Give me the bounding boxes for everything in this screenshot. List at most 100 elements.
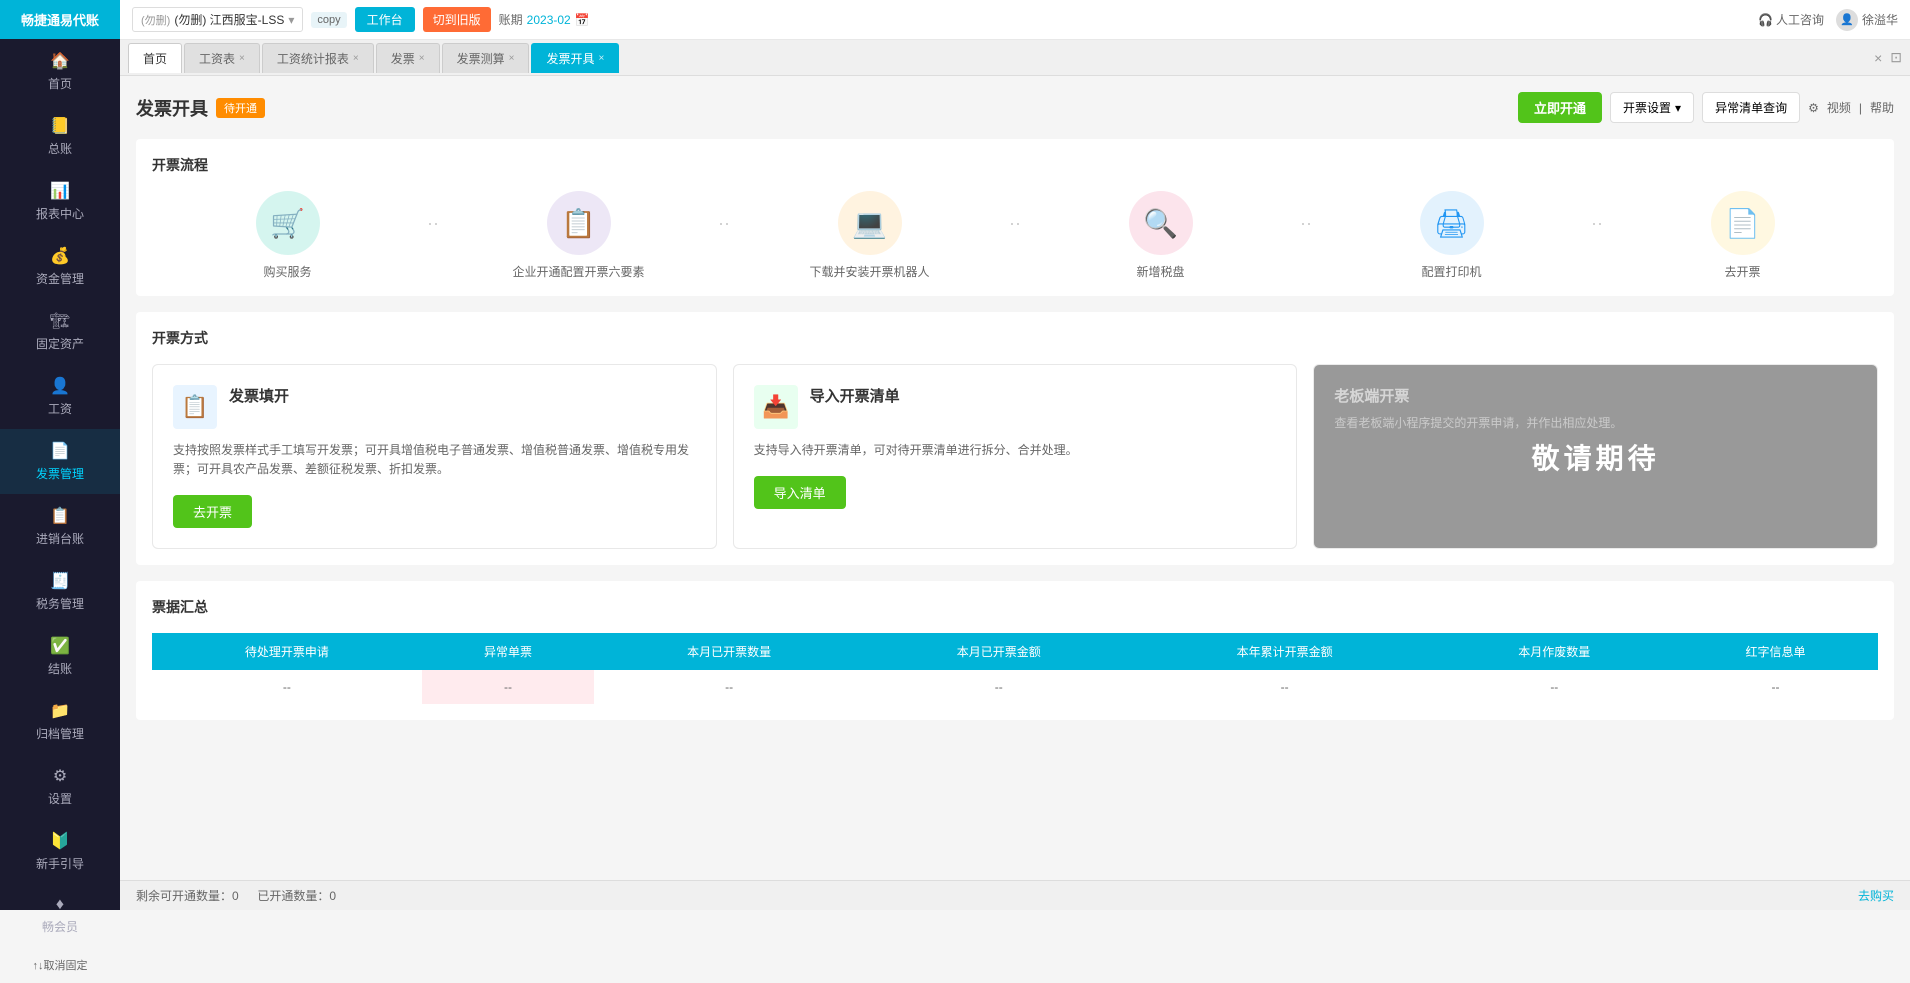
- tab-close-icon[interactable]: ×: [353, 53, 359, 64]
- method-info-import: 导入开票清单: [810, 385, 900, 412]
- sidebar-item-settings[interactable]: ⚙ 设置: [0, 754, 120, 819]
- sidebar-item-guide[interactable]: 🔰 新手引导: [0, 819, 120, 884]
- tab-close-icon[interactable]: ×: [239, 53, 245, 64]
- method-header-fill: 📋 发票填开: [173, 385, 696, 429]
- page-header: 发票开具 待开通 立即开通 开票设置 ▾ 异常清单查询 ⚙ 视频 | 帮助: [136, 92, 1894, 123]
- sidebar-item-label: 结账: [48, 660, 72, 677]
- video-label[interactable]: 视频: [1827, 99, 1851, 116]
- tab-label: 工资表: [199, 50, 235, 67]
- flow-step-printer: 🖨 配置打印机: [1316, 191, 1587, 280]
- tab-close-icon[interactable]: ×: [419, 53, 425, 64]
- reports-icon: 📊: [50, 181, 70, 201]
- sidebar-item-label: 进销台账: [36, 530, 84, 547]
- period-value[interactable]: 2023-02: [527, 13, 571, 27]
- open-now-button[interactable]: 立即开通: [1518, 92, 1602, 123]
- method-card-import: 📥 导入开票清单 支持导入待开票清单，可对待开票清单进行拆分、合并处理。 导入清…: [733, 364, 1298, 549]
- sidebar-item-invoice[interactable]: 📄 发票管理: [0, 429, 120, 494]
- sidebar-item-archive[interactable]: 📁 归档管理: [0, 689, 120, 754]
- workspace-button[interactable]: 工作台: [355, 7, 415, 32]
- company-name: (勿删) 江西服宝-LSS: [174, 11, 284, 28]
- summary-cell-year-amount: --: [1134, 670, 1436, 704]
- service-button[interactable]: 🎧 人工咨询: [1758, 11, 1824, 28]
- tab-invoice-issue[interactable]: 发票开具 ×: [531, 43, 619, 73]
- sidebar-item-label: 报表中心: [36, 205, 84, 222]
- method-card-boss: 老板端开票 查看老板端小程序提交的开票申请，并作出相应处理。 敬请期待: [1313, 364, 1878, 549]
- calendar-icon[interactable]: 📅: [575, 13, 590, 27]
- sidebar-item-label: 资金管理: [36, 270, 84, 287]
- divider-space: [242, 889, 254, 903]
- sidebar-item-label: 畅会员: [42, 918, 78, 935]
- topbar: (勿删) (勿删) 江西服宝-LSS ▾ copy 工作台 切到旧版 账期 20…: [120, 0, 1910, 40]
- import-list-button[interactable]: 导入清单: [754, 476, 846, 509]
- service-label: 人工咨询: [1776, 11, 1824, 28]
- sidebar-item-label: 新手引导: [36, 855, 84, 872]
- tab-invoice-calc[interactable]: 发票测算 ×: [442, 43, 530, 73]
- import-invoice-icon: 📥: [754, 385, 798, 429]
- summary-col-abnormal: 异常单票: [422, 633, 595, 670]
- go-invoice-label: 去开票: [1724, 263, 1760, 280]
- sidebar-item-funds[interactable]: 💰 资金管理: [0, 234, 120, 299]
- sidebar-item-salary[interactable]: 👤 工资: [0, 364, 120, 429]
- taxdisk-label: 新增税盘: [1136, 263, 1184, 280]
- flow-arrow-2: ··: [718, 213, 730, 234]
- topbar-right: 🎧 人工咨询 👤 徐溢华: [1758, 9, 1898, 31]
- summary-section: 票据汇总 待处理开票申请 异常单票 本月已开票数量 本月已开票金额 本年累计开票…: [136, 581, 1894, 720]
- sidebar-pin-toggle[interactable]: ↑↓取消固定: [0, 947, 120, 983]
- member-icon: ♦: [56, 896, 64, 914]
- taxdisk-icon: 🔍: [1129, 191, 1193, 255]
- fill-desc: 支持按照发票样式手工填写开发票；可开具增值税电子普通发票、增值税普通发票、增值税…: [173, 441, 696, 479]
- tab-home[interactable]: 首页: [128, 43, 182, 73]
- restore-window-icon[interactable]: ⊡: [1890, 49, 1902, 66]
- go-invoice-button[interactable]: 去开票: [173, 495, 252, 528]
- import-action: 导入清单: [754, 476, 1277, 509]
- flow-section: 开票流程 🛒 购买服务 ·· 📋 企业开通配置开票六要素 ·· 💻 下载并安装开…: [136, 139, 1894, 296]
- sidebar-item-home[interactable]: 🏠 首页: [0, 39, 120, 104]
- tab-salary-report[interactable]: 工资统计报表 ×: [262, 43, 374, 73]
- buy-label: 购买服务: [263, 263, 311, 280]
- summary-cell-month-amount: --: [864, 670, 1134, 704]
- bottom-bar: 剩余可开通数量：0 已开通数量：0 去购买: [120, 880, 1910, 910]
- sidebar-item-label: 工资: [48, 400, 72, 417]
- sidebar-item-purchase[interactable]: 📋 进销台账: [0, 494, 120, 559]
- company-select[interactable]: (勿删) (勿删) 江西服宝-LSS ▾: [132, 7, 303, 32]
- sidebar-item-label: 总账: [48, 140, 72, 157]
- tab-close-icon[interactable]: ×: [598, 53, 604, 64]
- sidebar-item-assets[interactable]: 🏗 固定资产: [0, 299, 120, 364]
- flow-step-buy: 🛒 购买服务: [152, 191, 423, 280]
- buy-link[interactable]: 去购买: [1858, 887, 1894, 904]
- user-avatar-area[interactable]: 👤 徐溢华: [1836, 9, 1898, 31]
- assets-icon: 🏗: [50, 311, 70, 331]
- method-card-fill: 📋 发票填开 支持按照发票样式手工填写开发票；可开具增值税电子普通发票、增值税普…: [152, 364, 717, 549]
- user-name: 徐溢华: [1862, 11, 1898, 28]
- tab-label: 首页: [143, 50, 167, 67]
- sidebar-item-label: 归档管理: [36, 725, 84, 742]
- sidebar-item-member[interactable]: ♦ 畅会员: [0, 884, 120, 947]
- download-icon: 💻: [838, 191, 902, 255]
- sidebar-item-label: 固定资产: [36, 335, 84, 352]
- sidebar-item-reports[interactable]: 📊 报表中心: [0, 169, 120, 234]
- flow-arrow-4: ··: [1300, 213, 1312, 234]
- old-version-button[interactable]: 切到旧版: [423, 7, 491, 32]
- config-label: 企业开通配置开票六要素: [512, 263, 644, 280]
- coming-soon-overlay: 敬请期待: [1314, 365, 1877, 548]
- tab-label: 发票: [391, 50, 415, 67]
- tabs-window-controls: × ⊡: [1874, 49, 1902, 66]
- sidebar-item-label: 税务管理: [36, 595, 84, 612]
- tab-close-icon[interactable]: ×: [509, 53, 515, 64]
- settings-gear-icon[interactable]: ⚙: [1808, 101, 1819, 115]
- flow-step-download: 💻 下载并安装开票机器人: [734, 191, 1005, 280]
- sidebar-item-settle[interactable]: ✅ 结账: [0, 624, 120, 689]
- summary-table: 待处理开票申请 异常单票 本月已开票数量 本月已开票金额 本年累计开票金额 本月…: [152, 633, 1878, 704]
- sidebar-item-tax[interactable]: 🧾 税务管理: [0, 559, 120, 624]
- tab-salary-table[interactable]: 工资表 ×: [184, 43, 260, 73]
- chevron-down-icon: ▾: [288, 13, 294, 27]
- sidebar-item-ledger[interactable]: 📒 总账: [0, 104, 120, 169]
- close-window-icon[interactable]: ×: [1874, 50, 1882, 66]
- divider: |: [1859, 101, 1862, 115]
- open-settings-button[interactable]: 开票设置 ▾: [1610, 92, 1694, 123]
- help-label[interactable]: 帮助: [1870, 99, 1894, 116]
- tab-invoice[interactable]: 发票 ×: [376, 43, 440, 73]
- flow-arrow-1: ··: [427, 213, 439, 234]
- download-label: 下载并安装开票机器人: [809, 263, 929, 280]
- abnormal-query-button[interactable]: 异常清单查询: [1702, 92, 1800, 123]
